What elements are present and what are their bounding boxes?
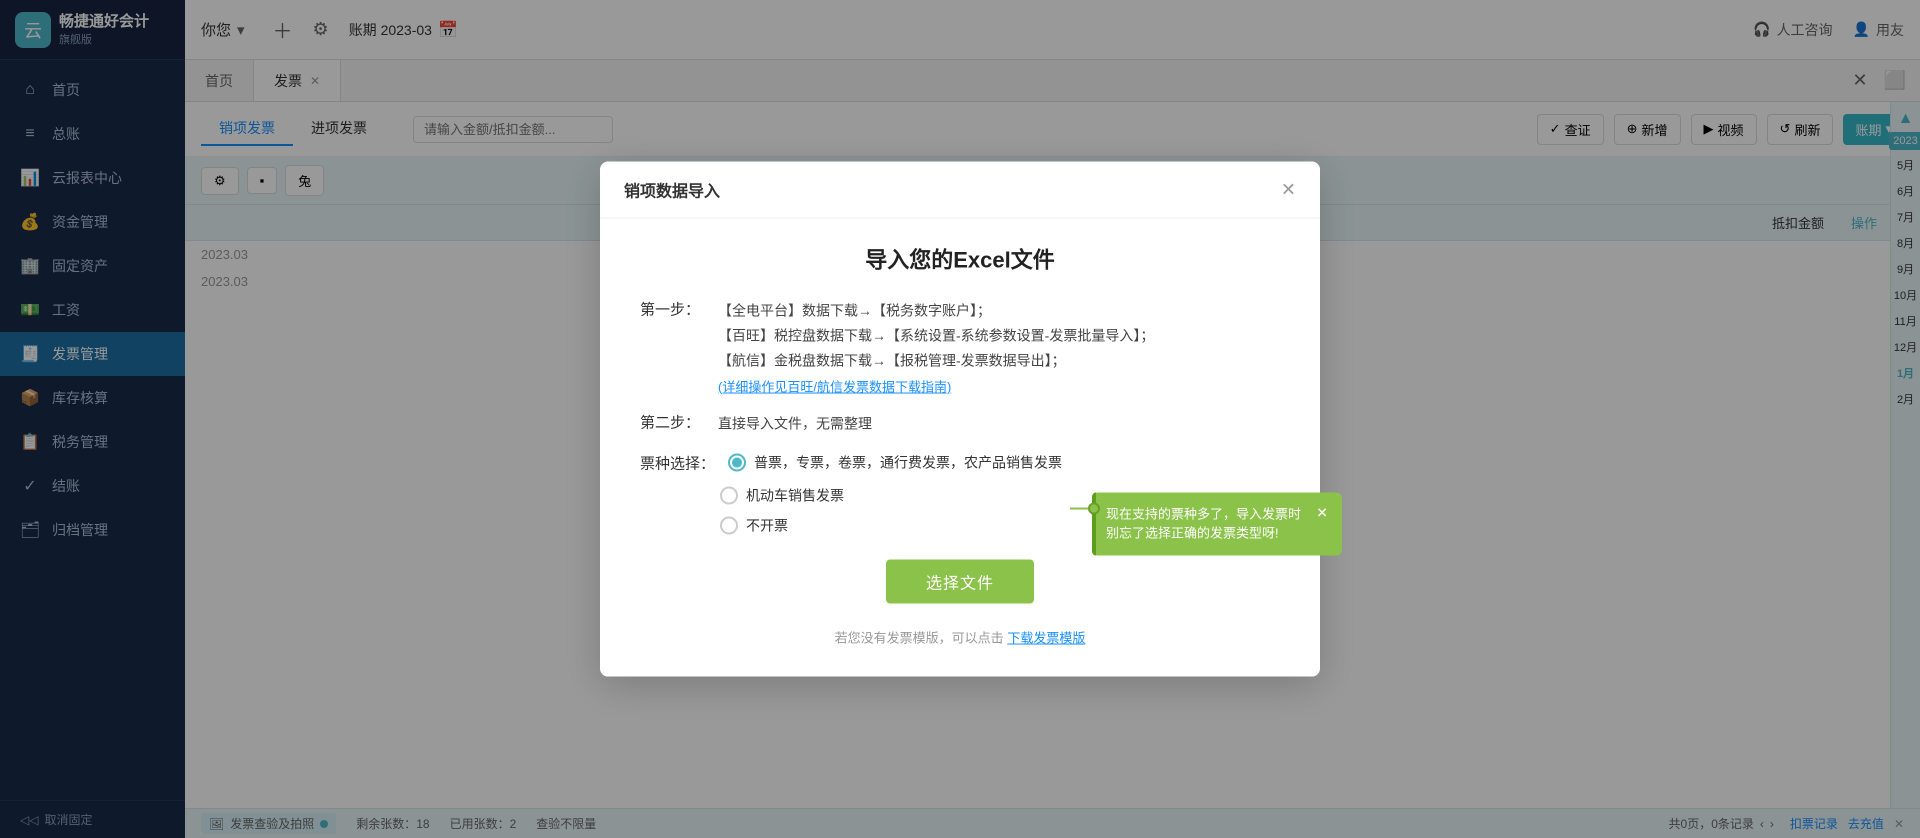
ticket-type-section: 票种选择： 普票，专票，卷票，通行费发票，农产品销售发票: [640, 452, 1280, 535]
step1-row: 第一步： 【全电平台】数据下载→【税务数字账户】； 【百旺】税控盘数据下载→【系…: [640, 299, 1280, 400]
step1-line1: 【全电平台】数据下载→【税务数字账户】；: [718, 299, 1154, 324]
modal-title: 销项数据导入: [624, 178, 720, 202]
step1-line2: 【百旺】税控盘数据下载→【系统设置-系统参数设置-发票批量导入】；: [718, 324, 1154, 349]
modal-body: 导入您的Excel文件 第一步： 【全电平台】数据下载→【税务数字账户】； 【百…: [600, 219, 1320, 677]
tooltip-connector-line: [1070, 507, 1088, 509]
modal-close-btn[interactable]: ✕: [1281, 181, 1296, 199]
tooltip-close-btn[interactable]: ✕: [1316, 504, 1328, 521]
radio-no-ticket[interactable]: 不开票: [720, 515, 788, 535]
download-template-link[interactable]: 下载发票模版: [1007, 630, 1085, 645]
radio-normal[interactable]: 普票，专票，卷票，通行费发票，农产品销售发票: [728, 452, 1062, 472]
baiwang-guide-link[interactable]: (详细操作见百旺/航信发票数据下载指南): [718, 379, 951, 394]
modal-footer-note: 若您没有发票模版，可以点击 下载发票模版: [640, 627, 1280, 646]
step1-link: (详细操作见百旺/航信发票数据下载指南): [718, 374, 1154, 399]
tooltip-connector-dot: [1088, 502, 1100, 514]
radio-no-ticket-circle: [720, 516, 738, 534]
step1-content: 【全电平台】数据下载→【税务数字账户】； 【百旺】税控盘数据下载→【系统设置-系…: [718, 299, 1154, 400]
modal-header: 销项数据导入 ✕: [600, 162, 1320, 219]
radio-motor-label: 机动车销售发票: [746, 485, 844, 505]
radio-normal-circle: [728, 453, 746, 471]
modal-main-title: 导入您的Excel文件: [640, 243, 1280, 275]
select-file-btn[interactable]: 选择文件: [886, 559, 1034, 603]
radio-motor-circle: [720, 486, 738, 504]
ticket-label: 票种选择：: [640, 452, 720, 473]
step2-label: 第二步：: [640, 411, 710, 436]
import-modal: 销项数据导入 ✕ 导入您的Excel文件 第一步： 【全电平台】数据下载→【税务…: [600, 162, 1320, 677]
radio-no-ticket-label: 不开票: [746, 515, 788, 535]
step1-line3: 【航信】金税盘数据下载→【报税管理-发票数据导出】；: [718, 349, 1154, 374]
step2-content: 直接导入文件，无需整理: [718, 411, 872, 436]
radio-motor[interactable]: 机动车销售发票: [720, 485, 844, 505]
tooltip-bubble: ✕ 现在支持的票种多了，导入发票时别忘了选择正确的发票类型呀!: [1092, 492, 1342, 555]
tooltip-text: 现在支持的票种多了，导入发票时别忘了选择正确的发票类型呀!: [1106, 506, 1301, 541]
step1-label: 第一步：: [640, 299, 710, 400]
radio-normal-label: 普票，专票，卷票，通行费发票，农产品销售发票: [754, 452, 1062, 472]
step2-row: 第二步： 直接导入文件，无需整理: [640, 411, 1280, 436]
